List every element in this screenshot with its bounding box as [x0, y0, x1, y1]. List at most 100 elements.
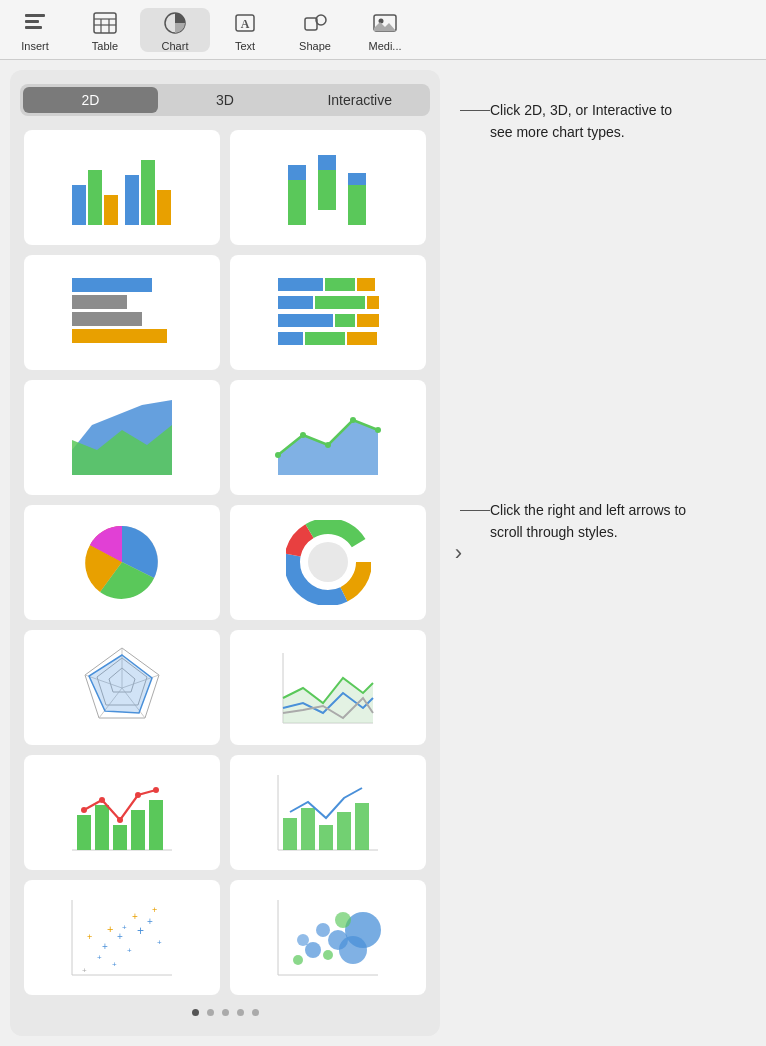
svg-rect-40: [278, 332, 303, 345]
table-label: Table: [92, 40, 118, 52]
toolbar-insert[interactable]: Insert: [0, 8, 70, 52]
svg-text:+: +: [102, 941, 108, 952]
toolbar-media[interactable]: Medi...: [350, 8, 420, 52]
svg-rect-18: [125, 175, 139, 225]
page-dot-5[interactable]: [252, 1009, 259, 1016]
svg-rect-37: [278, 314, 333, 327]
svg-rect-39: [357, 314, 379, 327]
svg-rect-71: [95, 805, 109, 850]
annotation1-text: Click 2D, 3D, or Interactive to see more…: [490, 100, 690, 143]
svg-point-46: [275, 452, 281, 458]
svg-point-79: [153, 787, 159, 793]
svg-rect-0: [25, 14, 45, 17]
svg-point-49: [350, 417, 356, 423]
svg-rect-21: [288, 180, 306, 225]
svg-point-77: [117, 817, 123, 823]
svg-point-108: [323, 950, 333, 960]
svg-point-75: [81, 807, 87, 813]
scroll-right-arrow[interactable]: ›: [455, 542, 462, 564]
annotation-1: Click 2D, 3D, or Interactive to see more…: [460, 100, 690, 143]
page-dot-3[interactable]: [222, 1009, 229, 1016]
svg-rect-26: [348, 173, 366, 185]
toolbar-table[interactable]: Table: [70, 8, 140, 52]
chart-grid: + + + + + + + + + + + + + +: [20, 130, 430, 995]
svg-point-107: [297, 934, 309, 946]
svg-rect-84: [319, 825, 333, 850]
svg-rect-28: [72, 295, 127, 309]
svg-text:+: +: [137, 924, 144, 938]
chart-cell-mixed1[interactable]: [24, 755, 220, 870]
svg-rect-34: [278, 296, 313, 309]
svg-rect-23: [318, 170, 336, 210]
svg-point-105: [293, 955, 303, 965]
tab-3d[interactable]: 3D: [158, 87, 293, 113]
text-icon: A: [230, 8, 260, 38]
svg-point-110: [316, 923, 330, 937]
chart-cell-column[interactable]: [24, 130, 220, 245]
text-label: Text: [235, 40, 255, 52]
chart-cell-area[interactable]: [24, 380, 220, 495]
chart-cell-stacked-column[interactable]: [230, 130, 426, 245]
chart-cell-scatter[interactable]: + + + + + + + + + + + + + +: [24, 880, 220, 995]
chart-cell-mixed2[interactable]: [230, 755, 426, 870]
shape-label: Shape: [299, 40, 331, 52]
svg-rect-15: [72, 185, 86, 225]
tab-bar: 2D 3D Interactive: [20, 84, 430, 116]
tab-interactive[interactable]: Interactive: [292, 87, 427, 113]
svg-text:+: +: [112, 960, 117, 969]
svg-rect-73: [131, 810, 145, 850]
svg-text:+: +: [132, 911, 138, 922]
tab-2d[interactable]: 2D: [23, 87, 158, 113]
svg-rect-3: [94, 13, 116, 33]
svg-rect-29: [72, 312, 142, 326]
svg-rect-11: [305, 18, 317, 30]
svg-rect-31: [278, 278, 323, 291]
svg-point-50: [375, 427, 381, 433]
svg-text:A: A: [241, 17, 250, 31]
chart-label: Chart: [162, 40, 189, 52]
insert-icon: [20, 8, 50, 38]
chart-cell-stacked-bar[interactable]: [230, 255, 426, 370]
svg-rect-33: [357, 278, 375, 291]
chart-cell-line-area[interactable]: [230, 380, 426, 495]
toolbar: Insert Table Chart A: [0, 0, 766, 60]
svg-text:+: +: [157, 938, 162, 947]
svg-rect-16: [88, 170, 102, 225]
chart-cell-donut[interactable]: [230, 505, 426, 620]
svg-rect-72: [113, 825, 127, 850]
svg-point-106: [305, 942, 321, 958]
svg-rect-20: [157, 190, 171, 225]
chart-cell-radar[interactable]: [24, 630, 220, 745]
svg-rect-41: [305, 332, 345, 345]
page-dot-1[interactable]: [192, 1009, 199, 1016]
chart-cell-pie[interactable]: [24, 505, 220, 620]
toolbar-chart[interactable]: Chart: [140, 8, 210, 52]
page-dot-2[interactable]: [207, 1009, 214, 1016]
page-dot-4[interactable]: [237, 1009, 244, 1016]
svg-rect-32: [325, 278, 355, 291]
svg-rect-35: [315, 296, 365, 309]
svg-rect-42: [347, 332, 377, 345]
table-icon: [90, 8, 120, 38]
svg-rect-17: [104, 195, 118, 225]
svg-rect-36: [367, 296, 379, 309]
annotation-2: Click the right and left arrows to scrol…: [460, 500, 690, 543]
svg-rect-1: [25, 20, 39, 23]
svg-rect-30: [72, 329, 167, 343]
chart-icon: [160, 8, 190, 38]
svg-rect-86: [355, 803, 369, 850]
svg-point-56: [308, 542, 348, 582]
media-label: Medi...: [368, 40, 401, 52]
svg-text:+: +: [107, 923, 113, 935]
svg-point-48: [325, 442, 331, 448]
toolbar-text[interactable]: A Text: [210, 8, 280, 52]
chart-cell-bubble[interactable]: [230, 880, 426, 995]
chart-cell-bar[interactable]: [24, 255, 220, 370]
panel-container: 2D 3D Interactive ‹ ›: [0, 70, 766, 1036]
toolbar-shape[interactable]: Shape: [280, 8, 350, 52]
svg-marker-65: [89, 655, 152, 713]
insert-label: Insert: [21, 40, 49, 52]
chart-cell-line[interactable]: [230, 630, 426, 745]
svg-text:+: +: [97, 953, 102, 962]
svg-rect-2: [25, 26, 42, 29]
